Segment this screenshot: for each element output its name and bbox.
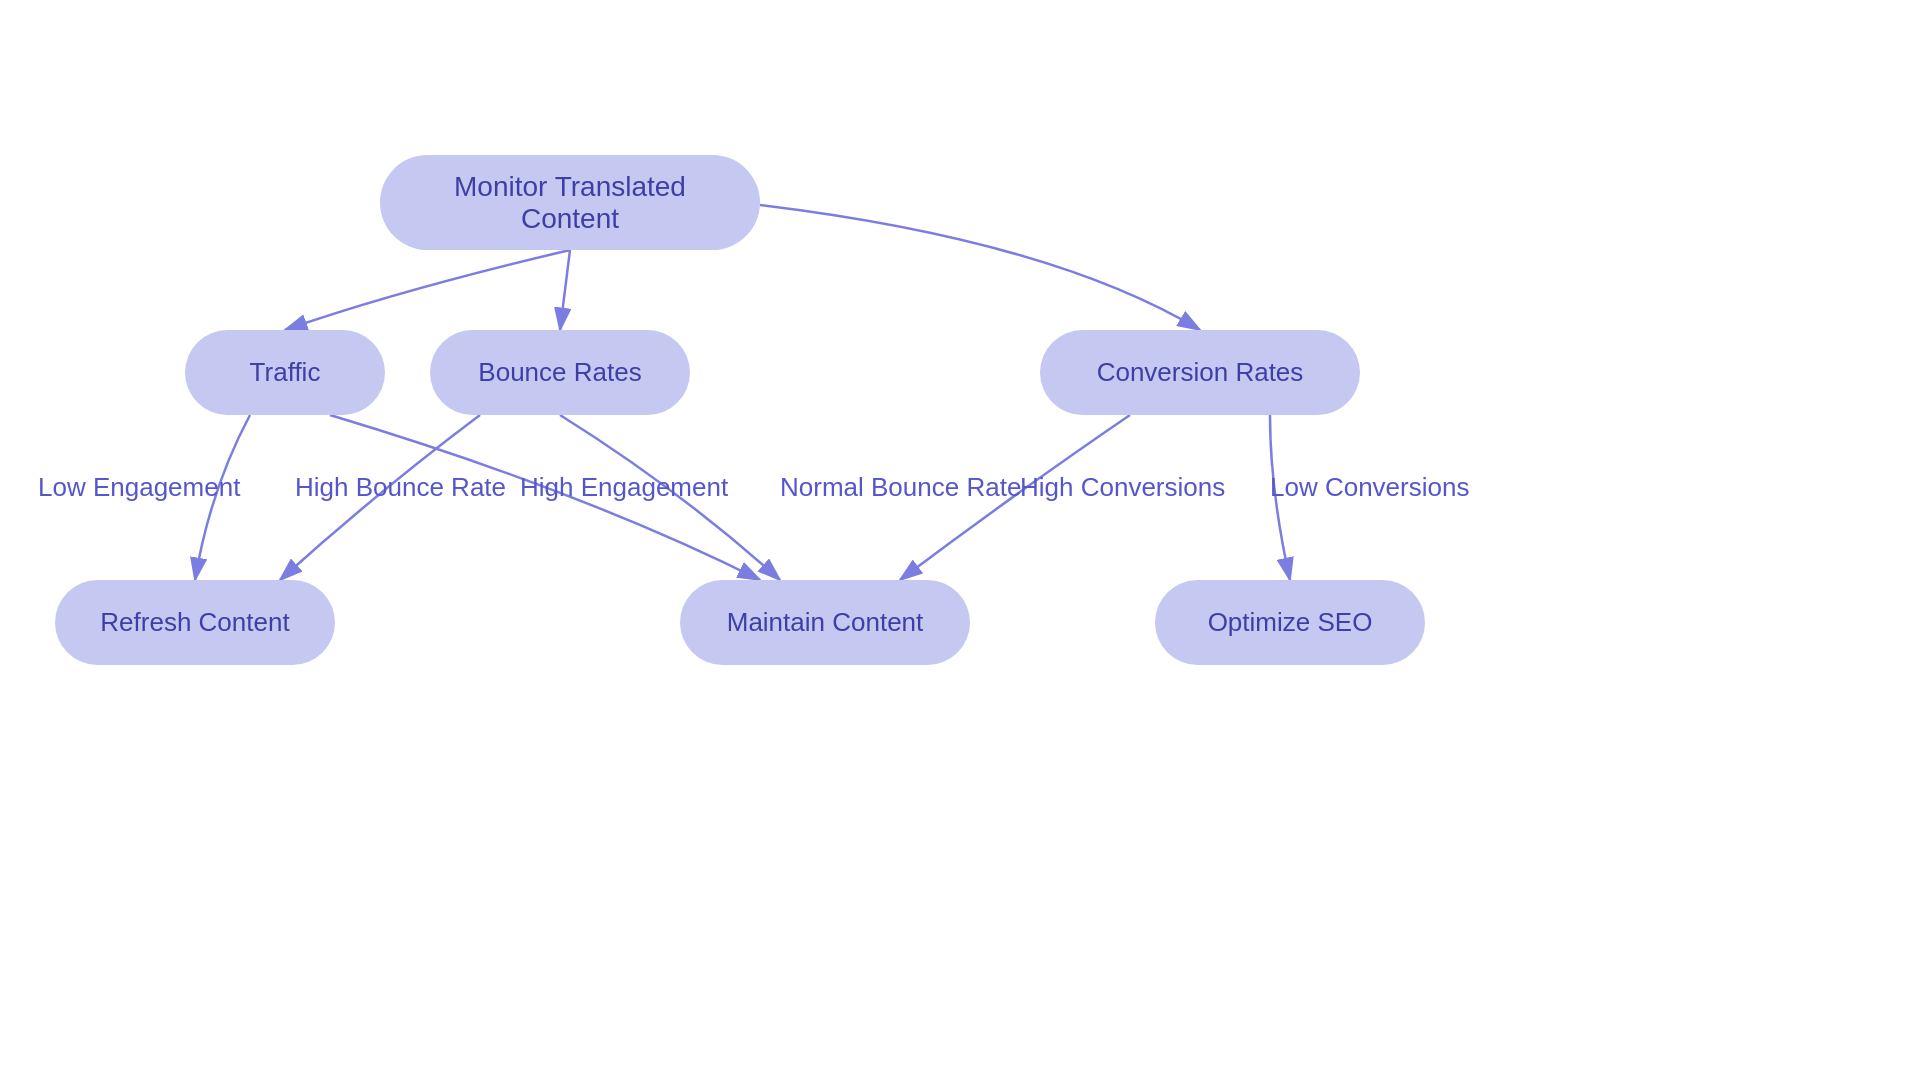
node-maintain: Maintain Content	[680, 580, 970, 665]
node-conversion: Conversion Rates	[1040, 330, 1360, 415]
label-low-conversions: Low Conversions	[1270, 472, 1469, 503]
node-bounce-label: Bounce Rates	[478, 357, 641, 388]
label-high-conversions: High Conversions	[1020, 472, 1225, 503]
node-traffic-label: Traffic	[250, 357, 321, 388]
connection-lines	[0, 0, 1920, 1083]
node-seo: Optimize SEO	[1155, 580, 1425, 665]
label-normal-bounce: Normal Bounce Rate	[780, 472, 1021, 503]
node-maintain-label: Maintain Content	[727, 607, 924, 638]
node-seo-label: Optimize SEO	[1208, 607, 1373, 638]
node-root: Monitor Translated Content	[380, 155, 760, 250]
diagram-container: Monitor Translated Content Traffic Bounc…	[0, 0, 1920, 1083]
node-conversion-label: Conversion Rates	[1097, 357, 1304, 388]
label-high-engagement: High Engagement	[520, 472, 728, 503]
node-refresh: Refresh Content	[55, 580, 335, 665]
node-bounce: Bounce Rates	[430, 330, 690, 415]
label-low-engagement: Low Engagement	[38, 472, 240, 503]
node-traffic: Traffic	[185, 330, 385, 415]
node-root-label: Monitor Translated Content	[420, 171, 720, 235]
label-high-bounce: High Bounce Rate	[295, 472, 506, 503]
node-refresh-label: Refresh Content	[100, 607, 289, 638]
